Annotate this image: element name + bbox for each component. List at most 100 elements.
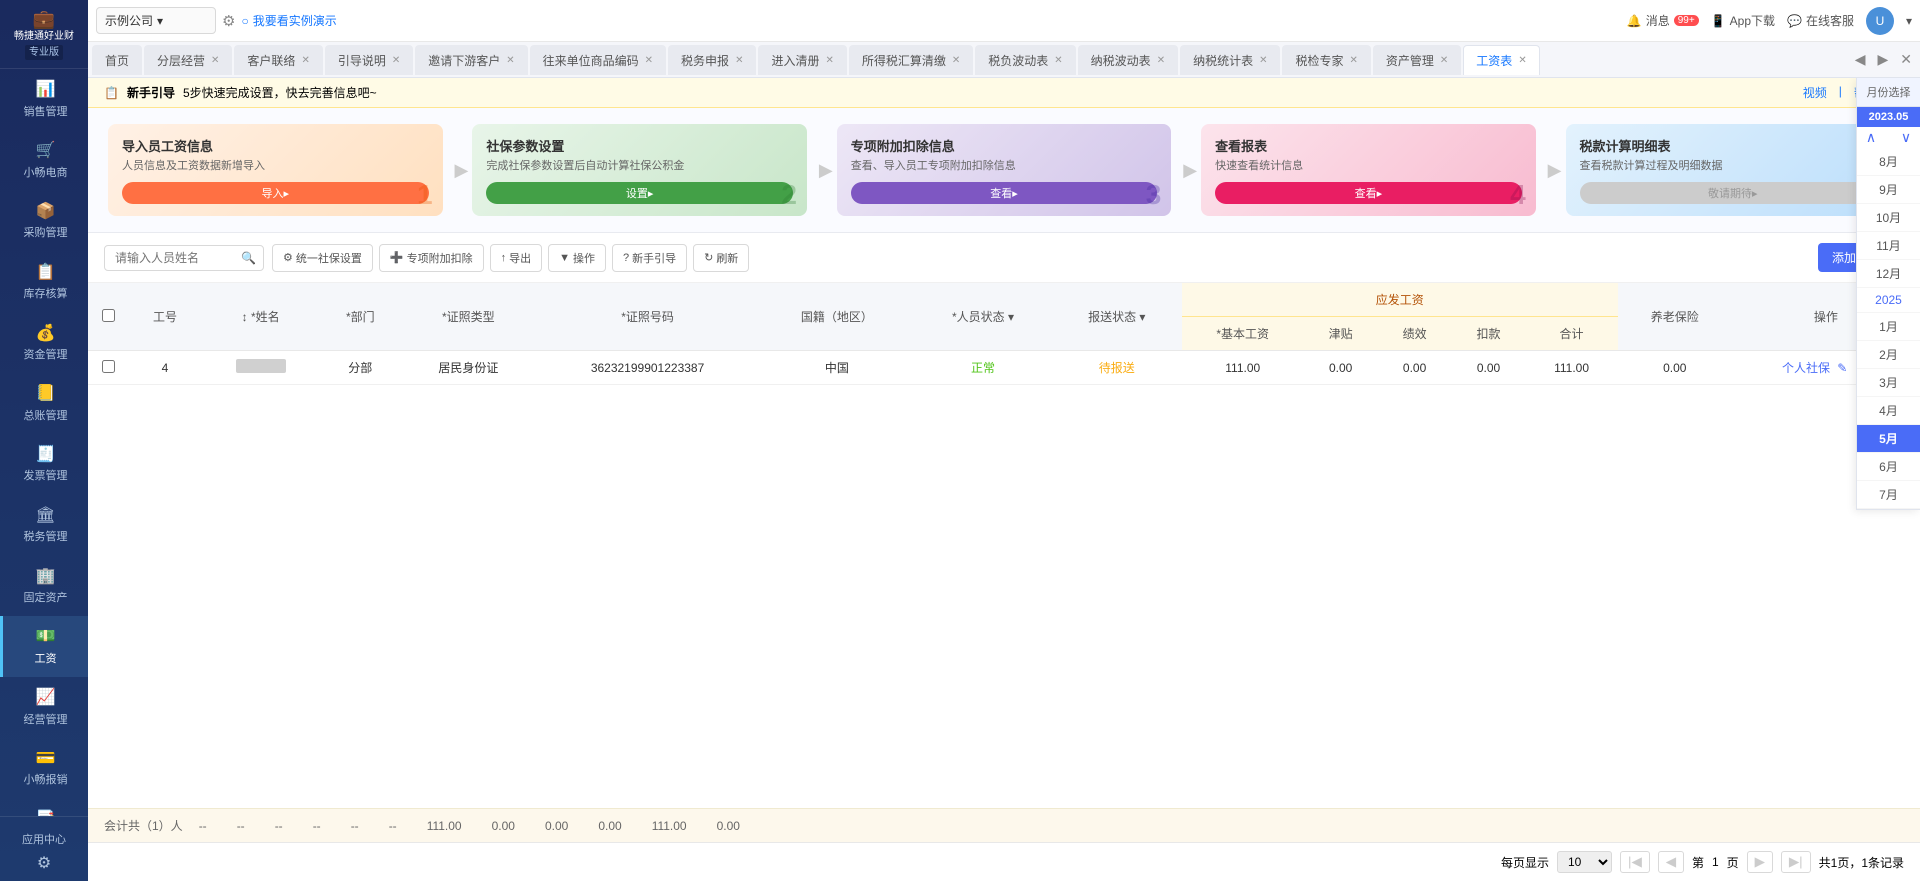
tab-分层经营[interactable]: 分层经营✕ (144, 45, 232, 75)
tab-客户联络[interactable]: 客户联络✕ (234, 45, 322, 75)
month-next-btn[interactable]: ∨ (1896, 129, 1916, 146)
wizard-btn-2[interactable]: 设置▸ (486, 182, 793, 204)
th-report-status[interactable]: 报送状态 ▾ (1052, 283, 1182, 351)
tab-close-icon[interactable]: ✕ (506, 55, 514, 66)
tab-邀请下游客户[interactable]: 邀请下游客户✕ (415, 45, 527, 75)
tab-税负波动表[interactable]: 税负波动表✕ (975, 45, 1075, 75)
sidebar-item-库存核算[interactable]: 📋库存核算 (0, 252, 88, 313)
tab-close-icon[interactable]: ✕ (952, 55, 960, 66)
tab-close-icon[interactable]: ✕ (1259, 55, 1267, 66)
wizard-step-3: 专项附加扣除信息 查看、导入员工专项附加扣除信息 查看▸ 3 (837, 124, 1172, 216)
sidebar-item-小畅报销[interactable]: 💳小畅报销 (0, 738, 88, 799)
company-selector[interactable]: 示例公司 ▾ (96, 7, 216, 34)
message-btn[interactable]: 🔔 消息 99+ (1627, 12, 1699, 29)
month-item-10月[interactable]: 10月 (1857, 204, 1920, 232)
demo-link[interactable]: ○ 我要看实例演示 (241, 12, 336, 29)
wizard-btn-3[interactable]: 查看▸ (851, 182, 1158, 204)
month-item-6月[interactable]: 6月 (1857, 453, 1920, 481)
apply-center-item[interactable]: 应用中心 (4, 825, 84, 853)
company-name: 示例公司 (105, 12, 153, 29)
tab-close-icon[interactable]: ✕ (211, 55, 219, 66)
month-item-2月[interactable]: 2月 (1857, 341, 1920, 369)
tab-close-icon[interactable]: ✕ (392, 55, 400, 66)
action-edit-icon[interactable]: ✎ (1837, 361, 1847, 375)
action-btn-刷新[interactable]: ↻刷新 (693, 244, 749, 272)
tab-首页[interactable]: 首页 (92, 45, 142, 75)
wizard-btn-4[interactable]: 查看▸ (1215, 182, 1522, 204)
month-item-8月[interactable]: 8月 (1857, 148, 1920, 176)
tab-close-icon[interactable]: ✕ (301, 55, 309, 66)
tab-close-icon[interactable]: ✕ (1350, 55, 1358, 66)
month-item-2025[interactable]: 2025 (1857, 288, 1920, 313)
month-item-4月[interactable]: 4月 (1857, 397, 1920, 425)
action-btn-新手引导[interactable]: ?新手引导 (612, 244, 687, 272)
last-page-btn[interactable]: ▶| (1781, 851, 1811, 873)
settings-gear-icon[interactable]: ⚙ (222, 12, 235, 30)
tabs-prev-icon[interactable]: ◀ (1851, 49, 1870, 70)
month-prev-btn[interactable]: ∧ (1861, 129, 1881, 146)
sidebar-item-资金管理[interactable]: 💰资金管理 (0, 313, 88, 374)
prev-page-btn[interactable]: ◀ (1658, 851, 1684, 873)
sidebar-item-税务管理[interactable]: 🏛税务管理 (0, 495, 88, 556)
online-service-btn[interactable]: 💬 在线客服 (1787, 12, 1854, 29)
settings-icon[interactable]: ⚙ (4, 853, 84, 873)
tab-close-icon[interactable]: ✕ (1054, 55, 1062, 66)
tab-进入清册[interactable]: 进入清册✕ (758, 45, 846, 75)
search-icon[interactable]: 🔍 (241, 251, 256, 265)
tab-税务申报[interactable]: 税务申报✕ (668, 45, 756, 75)
month-item-3月[interactable]: 3月 (1857, 369, 1920, 397)
sidebar-item-工资[interactable]: 💵工资 (0, 616, 88, 677)
tab-税检专家[interactable]: 税检专家✕ (1282, 45, 1370, 75)
tab-close-icon[interactable]: ✕ (645, 55, 653, 66)
month-item-11月[interactable]: 11月 (1857, 232, 1920, 260)
sidebar-item-固定资产[interactable]: 🏢固定资产 (0, 556, 88, 617)
per-page-select[interactable]: 10 20 50 100 (1557, 851, 1612, 873)
tab-工资表[interactable]: 工资表✕ (1463, 45, 1539, 75)
tab-close-icon[interactable]: ✕ (1518, 55, 1526, 66)
month-item-5月[interactable]: 5月 (1857, 425, 1920, 453)
action-btn-专项附加扣除[interactable]: ➕专项附加扣除 (379, 244, 484, 272)
tab-所得税汇算清缴[interactable]: 所得税汇算清缴✕ (849, 45, 973, 75)
month-item-1月[interactable]: 1月 (1857, 313, 1920, 341)
sidebar-item-经营管理[interactable]: 📈经营管理 (0, 677, 88, 738)
tabs-close-all-icon[interactable]: ✕ (1896, 49, 1916, 70)
sidebar-item-采购管理[interactable]: 📦采购管理 (0, 191, 88, 252)
row-checkbox[interactable] (102, 360, 115, 373)
tab-close-icon[interactable]: ✕ (1440, 55, 1448, 66)
th-status[interactable]: *人员状态 ▾ (914, 283, 1052, 351)
search-input[interactable] (104, 245, 264, 271)
tab-close-icon[interactable]: ✕ (825, 55, 833, 66)
action-btn-操作[interactable]: ▼操作 (548, 244, 606, 272)
main-content: 📋 新手引导 5步快速完成设置，快去完善信息吧~ 视频 | 帮助 ✕ 导入员工资… (88, 78, 1920, 881)
tab-往来单位商品编码[interactable]: 往来单位商品编码✕ (530, 45, 666, 75)
month-item-9月[interactable]: 9月 (1857, 176, 1920, 204)
sidebar-item-基础信息[interactable]: 📑基础信息 (0, 799, 88, 816)
guide-video-link[interactable]: 视频 (1803, 84, 1827, 101)
next-page-btn[interactable]: ▶ (1747, 851, 1773, 873)
user-avatar[interactable]: U (1866, 7, 1894, 35)
wizard-btn-1[interactable]: 导入▸ (122, 182, 429, 204)
tab-引导说明[interactable]: 引导说明✕ (325, 45, 413, 75)
tabs-next-icon[interactable]: ▶ (1873, 49, 1892, 70)
action-btn-统一社保设置[interactable]: ⚙统一社保设置 (272, 244, 373, 272)
tab-纳税波动表[interactable]: 纳税波动表✕ (1078, 45, 1178, 75)
select-all-checkbox[interactable] (102, 309, 115, 322)
sidebar-item-发票管理[interactable]: 🧾发票管理 (0, 434, 88, 495)
sidebar-item-小畅电商[interactable]: 🛒小畅电商 (0, 130, 88, 191)
month-item-7月[interactable]: 7月 (1857, 481, 1920, 509)
tab-close-icon[interactable]: ✕ (1157, 55, 1165, 66)
action-social-insurance[interactable]: 个人社保 (1782, 361, 1830, 375)
sidebar-item-总账管理[interactable]: 📒总账管理 (0, 373, 88, 434)
app-download-btn[interactable]: 📱 App下载 (1711, 12, 1775, 29)
tab-close-icon[interactable]: ✕ (735, 55, 743, 66)
month-item-12月[interactable]: 12月 (1857, 260, 1920, 288)
tab-资产管理[interactable]: 资产管理✕ (1373, 45, 1461, 75)
sidebar-item-销售管理[interactable]: 📊销售管理 (0, 69, 88, 130)
action-btn-导出[interactable]: ↑导出 (490, 244, 543, 272)
first-page-btn[interactable]: |◀ (1620, 851, 1650, 873)
footer-deduction: 0.00 (598, 819, 621, 833)
th-name[interactable]: ↕ *姓名 (202, 283, 320, 351)
user-menu-btn[interactable]: ▾ (1906, 14, 1912, 28)
tab-纳税统计表[interactable]: 纳税统计表✕ (1180, 45, 1280, 75)
td-status: 正常 (914, 351, 1052, 385)
